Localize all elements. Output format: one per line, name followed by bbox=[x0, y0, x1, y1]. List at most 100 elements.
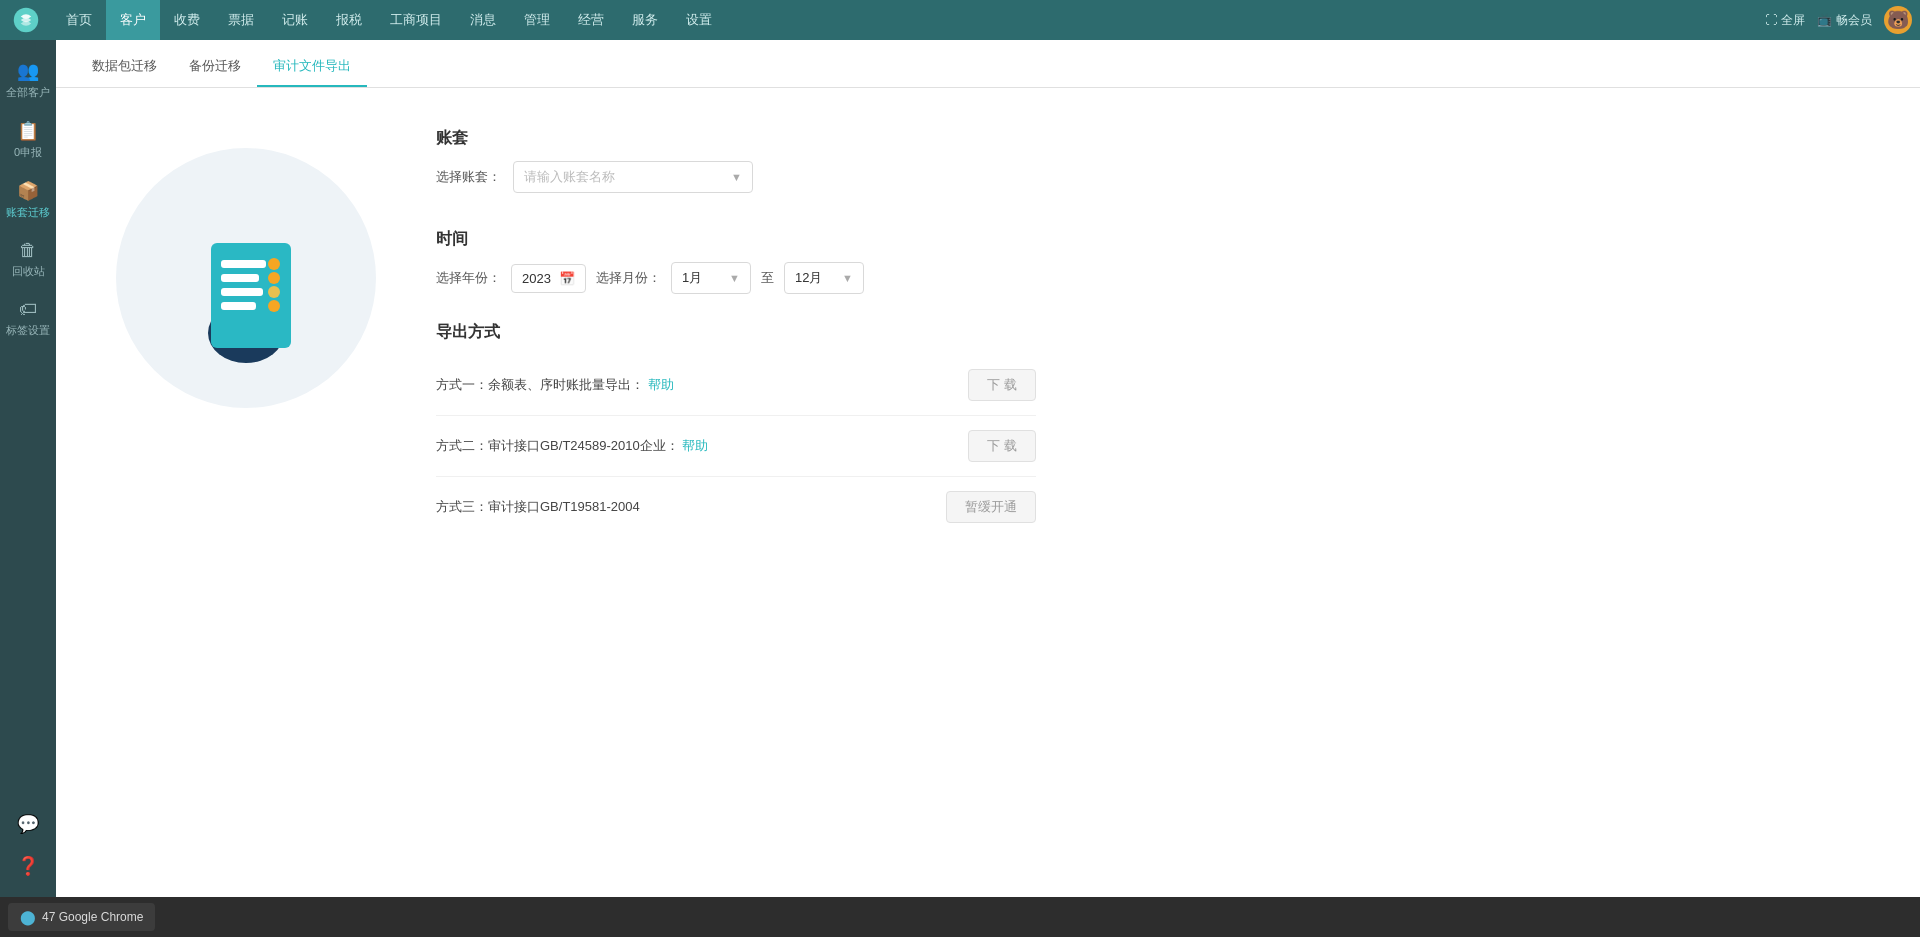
nav-settings[interactable]: 设置 bbox=[672, 0, 726, 40]
export-method-1-text: 方式一：余额表、序时账批量导出： 帮助 bbox=[436, 376, 674, 394]
avatar-icon: 🐻 bbox=[1887, 9, 1909, 31]
account-section-title: 账套 bbox=[436, 128, 1036, 149]
account-select-placeholder: 请输入账套名称 bbox=[524, 168, 615, 186]
logo[interactable] bbox=[8, 2, 44, 38]
svg-rect-7 bbox=[221, 302, 256, 310]
taskbar-chrome-label: 47 Google Chrome bbox=[42, 910, 143, 924]
fullscreen-button[interactable]: ⛶ 全屏 bbox=[1765, 12, 1805, 29]
fullscreen-icon: ⛶ bbox=[1765, 13, 1777, 27]
export-section: 导出方式 方式一：余额表、序时账批量导出： 帮助 下 载 方式二：审计接口GB/… bbox=[436, 322, 1036, 537]
calendar-icon: 📅 bbox=[559, 271, 575, 286]
nav-business[interactable]: 工商项目 bbox=[376, 0, 456, 40]
sidebar-item-all-customers[interactable]: 👥 全部客户 bbox=[0, 50, 56, 110]
tab-backup-migration[interactable]: 备份迁移 bbox=[173, 47, 257, 87]
export-method-3-text: 方式三：审计接口GB/T19581-2004 bbox=[436, 498, 640, 516]
taskbar: ⬤ 47 Google Chrome bbox=[0, 897, 1920, 937]
sidebar-item-label: 全部客户 bbox=[6, 85, 50, 100]
export-method-1: 方式一：余额表、序时账批量导出： 帮助 下 载 bbox=[436, 355, 1036, 416]
export-method-2-label: 方式二：审计接口GB/T24589-2010企业： bbox=[436, 438, 679, 453]
nav-bookkeeping[interactable]: 记账 bbox=[268, 0, 322, 40]
nav-operation[interactable]: 经营 bbox=[564, 0, 618, 40]
sidebar: 👥 全部客户 📋 0申报 📦 账套迁移 🗑 回收站 🏷 标签设置 💬 ❓ bbox=[0, 40, 56, 897]
nav-items: 首页 客户 收费 票据 记账 报税 工商项目 消息 管理 经营 服务 设置 bbox=[52, 0, 1765, 40]
year-label: 选择年份： bbox=[436, 269, 501, 287]
chrome-icon: ⬤ bbox=[20, 909, 36, 925]
vip-button[interactable]: 📺 畅会员 bbox=[1817, 12, 1872, 29]
year-value: 2023 bbox=[522, 271, 551, 286]
sidebar-bottom-message[interactable]: 💬 bbox=[13, 803, 43, 845]
export-method-1-button[interactable]: 下 载 bbox=[968, 369, 1036, 401]
top-nav: 首页 客户 收费 票据 记账 报税 工商项目 消息 管理 经营 服务 设置 ⛶ … bbox=[0, 0, 1920, 40]
svg-rect-5 bbox=[221, 274, 259, 282]
all-customers-icon: 👥 bbox=[17, 60, 39, 82]
export-method-1-label: 方式一：余额表、序时账批量导出： bbox=[436, 377, 644, 392]
form-area: 账套 选择账套： 请输入账套名称 ▼ 时间 选择年份： bbox=[436, 128, 1036, 537]
nav-right: ⛶ 全屏 📺 畅会员 🐻 bbox=[1765, 6, 1912, 34]
sidebar-item-label: 标签设置 bbox=[6, 323, 50, 338]
export-method-2: 方式二：审计接口GB/T24589-2010企业： 帮助 下 载 bbox=[436, 416, 1036, 477]
end-month-chevron: ▼ bbox=[842, 272, 853, 284]
nav-billing[interactable]: 收费 bbox=[160, 0, 214, 40]
end-month-value: 12月 bbox=[795, 269, 822, 287]
sidebar-item-recycle[interactable]: 🗑 回收站 bbox=[0, 230, 56, 289]
vip-label: 畅会员 bbox=[1836, 12, 1872, 29]
year-input[interactable]: 2023 📅 bbox=[511, 264, 586, 293]
time-section: 时间 选择年份： 2023 📅 选择月份： 1月 ▼ 至 bbox=[436, 229, 1036, 294]
time-section-title: 时间 bbox=[436, 229, 1036, 250]
month-label: 选择月份： bbox=[596, 269, 661, 287]
account-select[interactable]: 请输入账套名称 ▼ bbox=[513, 161, 753, 193]
nav-tax[interactable]: 报税 bbox=[322, 0, 376, 40]
vip-icon: 📺 bbox=[1817, 13, 1832, 27]
svg-point-11 bbox=[268, 300, 280, 312]
start-month-select[interactable]: 1月 ▼ bbox=[671, 262, 751, 294]
export-method-3-label: 方式三：审计接口GB/T19581-2004 bbox=[436, 499, 640, 514]
export-section-title: 导出方式 bbox=[436, 322, 1036, 343]
illustration-svg bbox=[156, 178, 336, 378]
nav-home[interactable]: 首页 bbox=[52, 0, 106, 40]
tabs-bar: 数据包迁移 备份迁移 审计文件导出 bbox=[56, 40, 1920, 88]
tag-settings-icon: 🏷 bbox=[19, 299, 37, 320]
svg-point-8 bbox=[268, 258, 280, 270]
start-month-value: 1月 bbox=[682, 269, 702, 287]
illustration bbox=[116, 148, 376, 408]
sidebar-item-account-migration[interactable]: 📦 账套迁移 bbox=[0, 170, 56, 230]
sidebar-bottom-help[interactable]: ❓ bbox=[13, 845, 43, 887]
avatar[interactable]: 🐻 bbox=[1884, 6, 1912, 34]
page-content: 账套 选择账套： 请输入账套名称 ▼ 时间 选择年份： bbox=[56, 88, 1920, 897]
account-form-row: 选择账套： 请输入账套名称 ▼ bbox=[436, 161, 1036, 193]
export-method-2-button[interactable]: 下 载 bbox=[968, 430, 1036, 462]
tab-audit-export[interactable]: 审计文件导出 bbox=[257, 47, 367, 87]
nav-message[interactable]: 消息 bbox=[456, 0, 510, 40]
nav-service[interactable]: 服务 bbox=[618, 0, 672, 40]
main-layout: 👥 全部客户 📋 0申报 📦 账套迁移 🗑 回收站 🏷 标签设置 💬 ❓ bbox=[0, 40, 1920, 897]
content-area: 数据包迁移 备份迁移 审计文件导出 bbox=[56, 40, 1920, 897]
zero-declare-icon: 📋 bbox=[17, 120, 39, 142]
taskbar-chrome[interactable]: ⬤ 47 Google Chrome bbox=[8, 903, 155, 931]
sidebar-item-label: 账套迁移 bbox=[6, 205, 50, 220]
sidebar-item-label: 回收站 bbox=[12, 264, 45, 279]
nav-management[interactable]: 管理 bbox=[510, 0, 564, 40]
tab-data-migration[interactable]: 数据包迁移 bbox=[76, 47, 173, 87]
message-bottom-icon: 💬 bbox=[17, 813, 39, 835]
sidebar-item-label: 0申报 bbox=[14, 145, 42, 160]
svg-point-9 bbox=[268, 272, 280, 284]
end-month-select[interactable]: 12月 ▼ bbox=[784, 262, 864, 294]
account-select-label: 选择账套： bbox=[436, 168, 501, 186]
export-method-2-help[interactable]: 帮助 bbox=[682, 438, 708, 453]
sidebar-item-zero-declare[interactable]: 📋 0申报 bbox=[0, 110, 56, 170]
time-row: 选择年份： 2023 📅 选择月份： 1月 ▼ 至 12月 bbox=[436, 262, 1036, 294]
nav-customer[interactable]: 客户 bbox=[106, 0, 160, 40]
sidebar-bottom: 💬 ❓ bbox=[13, 803, 43, 897]
nav-invoice[interactable]: 票据 bbox=[214, 0, 268, 40]
help-icon: ❓ bbox=[17, 855, 39, 877]
export-method-2-text: 方式二：审计接口GB/T24589-2010企业： 帮助 bbox=[436, 437, 708, 455]
svg-point-10 bbox=[268, 286, 280, 298]
month-chevron: ▼ bbox=[729, 272, 740, 284]
account-section: 账套 选择账套： 请输入账套名称 ▼ bbox=[436, 128, 1036, 201]
svg-rect-4 bbox=[221, 260, 266, 268]
export-method-1-help[interactable]: 帮助 bbox=[648, 377, 674, 392]
sidebar-item-tag-settings[interactable]: 🏷 标签设置 bbox=[0, 289, 56, 348]
export-method-3: 方式三：审计接口GB/T19581-2004 暂缓开通 bbox=[436, 477, 1036, 537]
export-method-3-button: 暂缓开通 bbox=[946, 491, 1036, 523]
to-label: 至 bbox=[761, 269, 774, 287]
